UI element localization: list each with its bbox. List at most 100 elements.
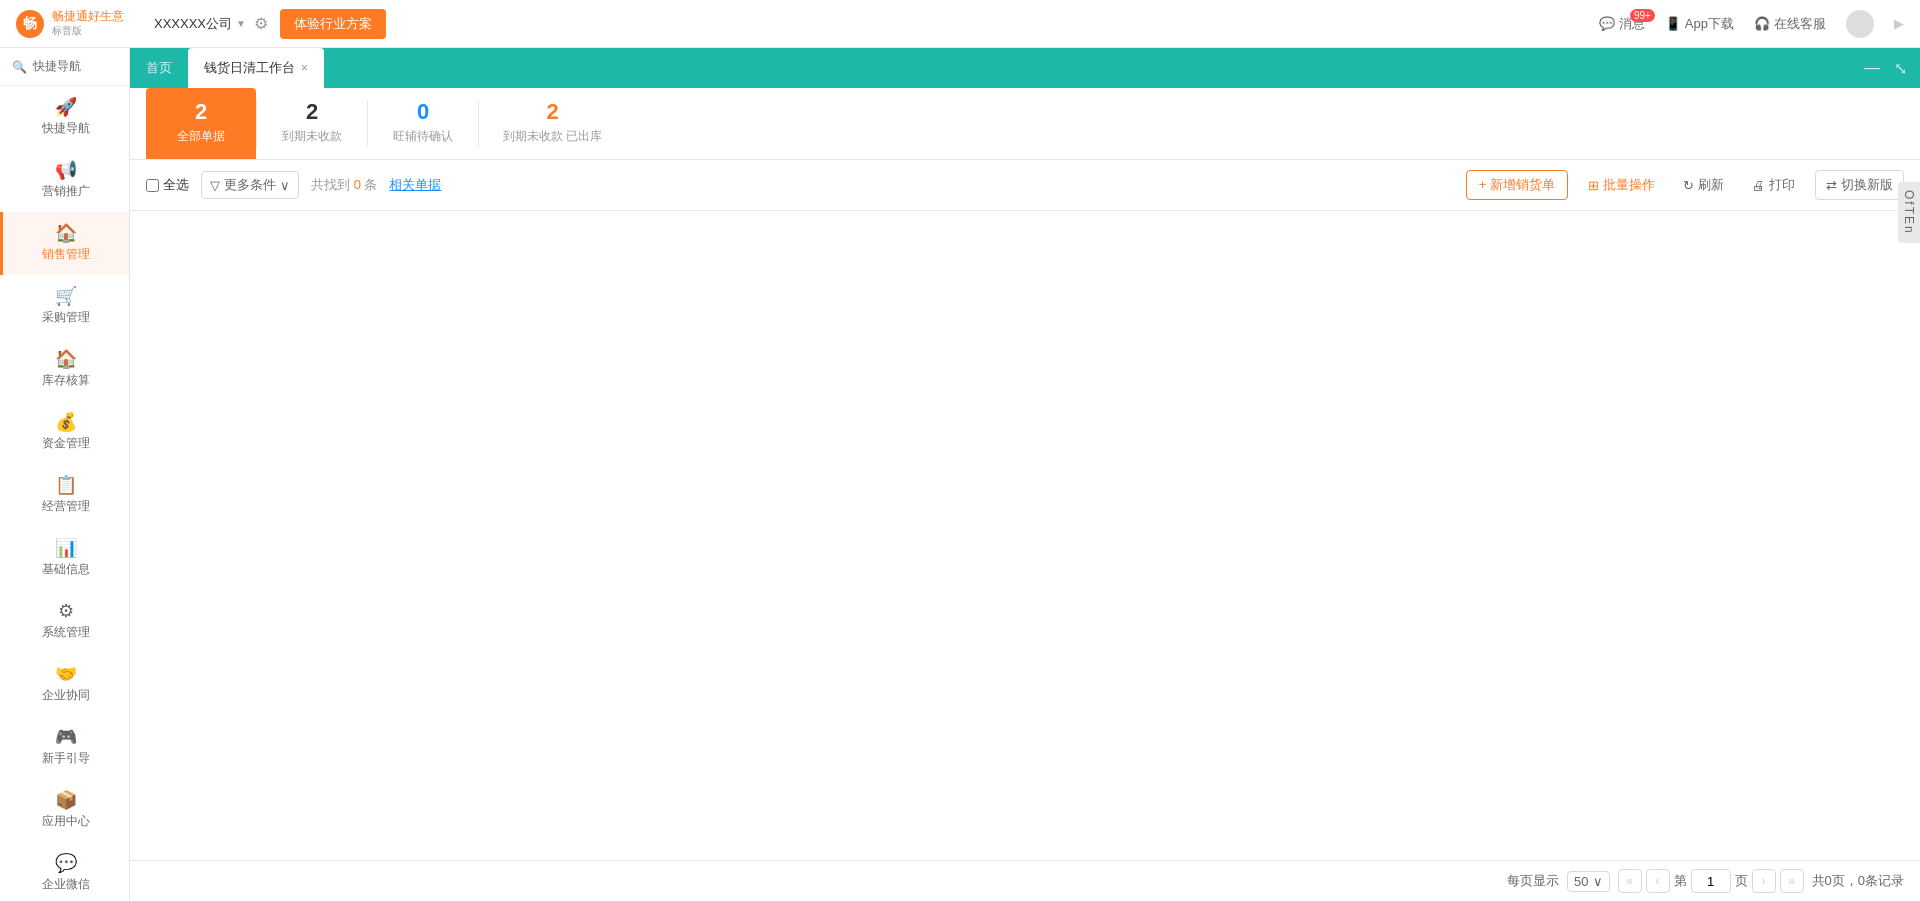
apps-icon: 📦 [55,791,77,809]
tab-workbench[interactable]: 钱货日清工作台 × [188,48,324,88]
last-page-button[interactable]: » [1780,869,1804,893]
stat-tab-overdue-out[interactable]: 2 到期未收款 已出库 [479,88,626,159]
page-suffix: 页 [1735,872,1748,890]
per-page-value: 50 [1574,874,1588,889]
sidebar-item-label: 企业协同 [42,687,90,704]
username[interactable]: ▶ [1894,16,1904,31]
sidebar-item-inventory[interactable]: 🏠 库存核算 [0,338,129,401]
stat-num-pending: 0 [417,99,429,125]
sidebar-item-finance[interactable]: 💰 资金管理 [0,401,129,464]
tab-expand-button[interactable]: ⤡ [1888,56,1912,80]
header: 畅 畅捷通好生意 标普版 XXXXXX公司 ▼ ⚙ 体验行业方案 💬 消息 99… [0,0,1920,48]
inventory-icon: 🏠 [55,350,77,368]
select-all-input[interactable] [146,179,159,192]
next-page-button[interactable]: › [1752,869,1776,893]
sidebar-item-label: 库存核算 [42,372,90,389]
online-service-button[interactable]: 🎧 在线客服 [1754,15,1826,33]
toolbar: 全选 ▽ 更多条件 ∨ 共找到 0 条 相关单据 + 新增销货单 [130,160,1920,211]
sidebar-item-label: 基础信息 [42,561,90,578]
sidebar-item-label: 系统管理 [42,624,90,641]
toolbar-right: + 新增销货单 ⊞ 批量操作 ↻ 刷新 🖨 打印 ⇄ [1466,170,1904,200]
sidebar-item-marketing[interactable]: 📢 营销推广 [0,149,129,212]
table-area [130,211,1920,860]
search-menu[interactable]: 🔍 快捷导航 [0,48,129,86]
layout: 🔍 快捷导航 🚀 快捷导航 📢 营销推广 🏠 销售管理 🛒 采购管理 🏠 库存核… [0,48,1920,901]
often-label[interactable]: OfTEn [1898,182,1920,243]
messages-button[interactable]: 💬 消息 99+ [1599,15,1645,33]
first-page-button[interactable]: « [1618,869,1642,893]
tab-minimize-button[interactable]: — [1860,56,1884,80]
switch-icon: ⇄ [1826,178,1837,193]
batch-icon: ⊞ [1588,178,1599,193]
settings-icon[interactable]: ⚙ [254,14,268,33]
sales-icon: 🏠 [55,224,77,242]
sidebar-item-guide[interactable]: 🎮 新手引导 [0,716,129,779]
tab-actions: — ⤡ [1860,56,1920,80]
tab-home-label: 首页 [146,59,172,77]
stats-bar: 2 全部单据 2 到期未收款 0 旺辅待确认 2 到期未收款 已出库 [130,88,1920,160]
toolbar-left: 全选 ▽ 更多条件 ∨ 共找到 0 条 相关单据 [146,171,1454,199]
stat-label-pending: 旺辅待确认 [393,128,453,145]
sidebar-item-label: 经营管理 [42,498,90,515]
stat-tab-all[interactable]: 2 全部单据 [146,88,256,159]
per-page-label: 每页显示 [1507,872,1559,890]
refresh-button[interactable]: ↻ 刷新 [1675,172,1732,198]
sidebar-item-label: 资金管理 [42,435,90,452]
guide-icon: 🎮 [55,728,77,746]
filter-button[interactable]: ▽ 更多条件 ∨ [201,171,299,199]
stat-tab-pending[interactable]: 0 旺辅待确认 [368,88,478,159]
basic-icon: 📊 [55,539,77,557]
tab-home[interactable]: 首页 [130,48,188,88]
related-link[interactable]: 相关单据 [389,176,441,194]
refresh-icon: ↻ [1683,178,1694,193]
chevron-down-icon: ∨ [280,178,290,193]
select-all-label: 全选 [163,176,189,194]
company-selector[interactable]: XXXXXX公司 ▼ [154,15,246,33]
messages-badge: 99+ [1630,9,1655,22]
sidebar-item-label: 企业微信 [42,876,90,893]
avatar[interactable] [1846,10,1874,38]
sidebar-item-quick-nav[interactable]: 🚀 快捷导航 [0,86,129,149]
trial-button[interactable]: 体验行业方案 [280,9,386,39]
select-all-checkbox[interactable]: 全选 [146,176,189,194]
sidebar-item-label: 营销推广 [42,183,90,200]
purchase-icon: 🛒 [55,287,77,305]
corp-icon: 🤝 [55,665,77,683]
sidebar-item-apps[interactable]: 📦 应用中心 [0,779,129,842]
prev-page-button[interactable]: ‹ [1646,869,1670,893]
print-button[interactable]: 🖨 打印 [1744,172,1803,198]
tab-close-icon[interactable]: × [301,61,308,75]
logo: 畅 畅捷通好生意 标普版 [16,9,146,39]
app-download-button[interactable]: 📱 App下载 [1665,15,1734,33]
sidebar-item-operation[interactable]: 📋 经营管理 [0,464,129,527]
page-label: 第 [1674,872,1687,890]
sidebar-item-corp[interactable]: 🤝 企业协同 [0,653,129,716]
sidebar-item-wechat[interactable]: 💬 企业微信 [0,842,129,901]
sidebar-item-purchase[interactable]: 🛒 采购管理 [0,275,129,338]
batch-operation-button[interactable]: ⊞ 批量操作 [1580,172,1663,198]
sidebar-item-system[interactable]: ⚙ 系统管理 [0,590,129,653]
sidebar-item-label: 应用中心 [42,813,90,830]
total-label: 共0页，0条记录 [1812,872,1904,890]
sidebar-item-basic[interactable]: 📊 基础信息 [0,527,129,590]
per-page-select[interactable]: 50 ∨ [1567,871,1609,892]
page-content: 2 全部单据 2 到期未收款 0 旺辅待确认 2 到期未收款 已出库 [130,88,1920,901]
stat-num-overdue: 2 [306,99,318,125]
marketing-icon: 📢 [55,161,77,179]
stat-num-all: 2 [195,99,207,125]
operation-icon: 📋 [55,476,77,494]
service-icon: 🎧 [1754,16,1770,31]
page-number-input[interactable] [1691,869,1731,893]
search-icon: 🔍 [12,60,27,74]
print-icon: 🖨 [1752,178,1765,193]
main-content: 首页 钱货日清工作台 × — ⤡ 2 全部单据 2 [130,48,1920,901]
sidebar-item-label: 采购管理 [42,309,90,326]
stat-label-all: 全部单据 [177,128,225,145]
add-sale-order-button[interactable]: + 新增销货单 [1466,170,1568,200]
tab-bar: 首页 钱货日清工作台 × — ⤡ [130,48,1920,88]
stat-tab-overdue[interactable]: 2 到期未收款 [257,88,367,159]
switch-version-button[interactable]: ⇄ 切换新版 [1815,170,1904,200]
company-name: XXXXXX公司 [154,15,232,33]
finance-icon: 💰 [55,413,77,431]
sidebar-item-sales[interactable]: 🏠 销售管理 [0,212,129,275]
